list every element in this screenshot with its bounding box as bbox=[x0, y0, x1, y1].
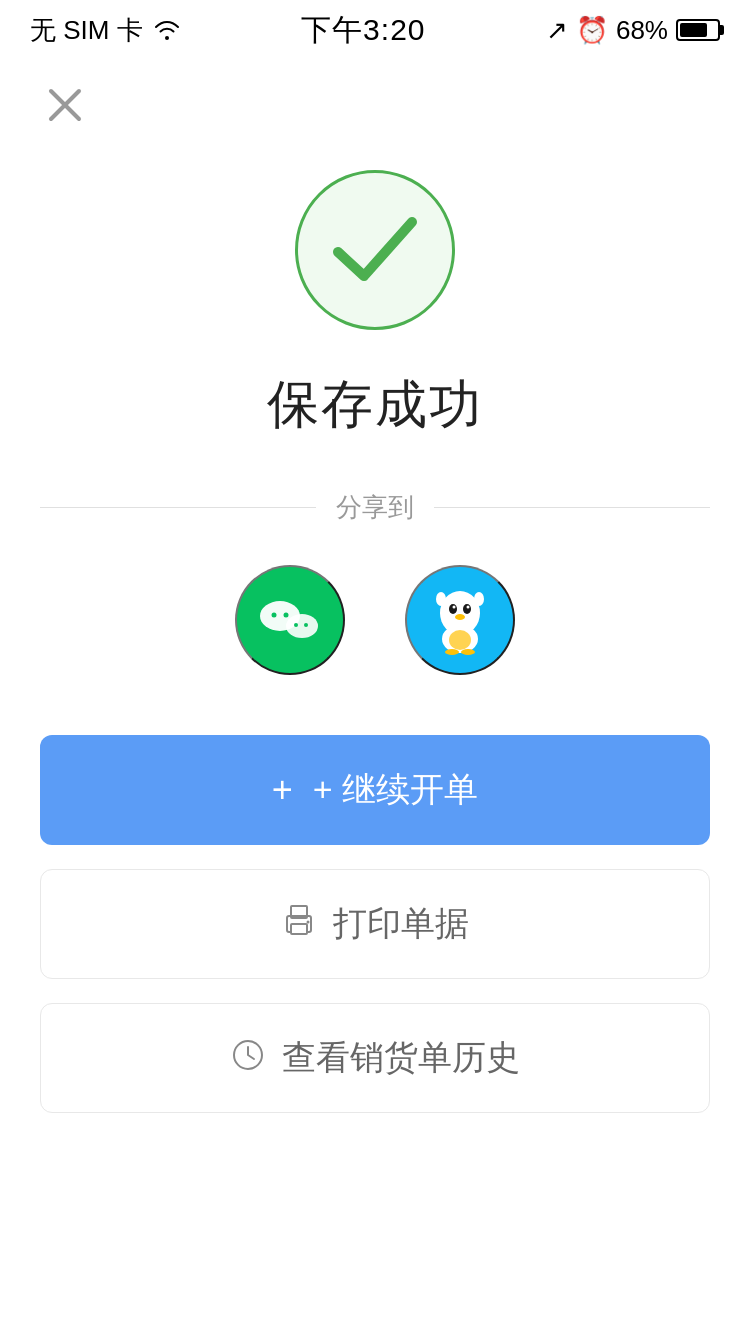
alarm-icon: ⏰ bbox=[576, 15, 608, 46]
svg-point-15 bbox=[455, 614, 465, 620]
qq-icon bbox=[428, 585, 493, 655]
svg-point-6 bbox=[294, 623, 298, 627]
close-icon bbox=[47, 87, 83, 123]
divider-line-right bbox=[434, 507, 710, 508]
svg-point-4 bbox=[272, 613, 277, 618]
svg-point-23 bbox=[307, 921, 310, 924]
svg-point-16 bbox=[445, 649, 459, 655]
status-right: ↗ ⏰ 68% bbox=[546, 15, 720, 46]
print-label: 打印单据 bbox=[333, 901, 469, 947]
share-label: 分享到 bbox=[336, 490, 414, 525]
location-icon: ↗ bbox=[546, 15, 568, 46]
continue-order-button[interactable]: + + 继续开单 bbox=[40, 735, 710, 845]
svg-point-19 bbox=[474, 592, 484, 606]
battery-icon bbox=[676, 19, 720, 41]
no-sim-text: 无 SIM 卡 bbox=[30, 13, 143, 48]
continue-order-label: + 继续开单 bbox=[313, 767, 478, 813]
svg-point-14 bbox=[466, 606, 469, 609]
svg-point-10 bbox=[449, 630, 471, 650]
svg-point-12 bbox=[463, 604, 471, 614]
status-time: 下午3:20 bbox=[301, 10, 425, 51]
plus-icon: + bbox=[272, 772, 293, 808]
history-label: 查看销货单历史 bbox=[282, 1035, 520, 1081]
svg-point-3 bbox=[286, 614, 318, 638]
svg-point-11 bbox=[449, 604, 457, 614]
svg-rect-22 bbox=[291, 924, 307, 934]
battery-percent: 68% bbox=[616, 15, 668, 46]
history-button[interactable]: 查看销货单历史 bbox=[40, 1003, 710, 1113]
status-left: 无 SIM 卡 bbox=[30, 13, 181, 48]
wifi-icon bbox=[153, 19, 181, 41]
success-title: 保存成功 bbox=[267, 370, 483, 440]
svg-point-13 bbox=[452, 606, 455, 609]
status-bar: 无 SIM 卡 下午3:20 ↗ ⏰ 68% bbox=[0, 0, 750, 60]
print-icon bbox=[281, 904, 317, 944]
svg-point-17 bbox=[461, 649, 475, 655]
divider-line-left bbox=[40, 507, 316, 508]
svg-point-5 bbox=[284, 613, 289, 618]
share-wechat-button[interactable] bbox=[235, 565, 345, 675]
wechat-icon bbox=[256, 590, 324, 650]
svg-point-18 bbox=[436, 592, 446, 606]
main-content: 保存成功 分享到 bbox=[0, 60, 750, 1137]
close-button[interactable] bbox=[40, 80, 90, 130]
print-button[interactable]: 打印单据 bbox=[40, 869, 710, 979]
checkmark-icon bbox=[330, 214, 420, 286]
share-icons-row bbox=[235, 565, 515, 675]
close-button-area bbox=[40, 60, 710, 140]
share-divider: 分享到 bbox=[40, 490, 710, 525]
history-icon bbox=[230, 1037, 266, 1079]
svg-point-7 bbox=[304, 623, 308, 627]
share-qq-button[interactable] bbox=[405, 565, 515, 675]
success-icon bbox=[295, 170, 455, 330]
